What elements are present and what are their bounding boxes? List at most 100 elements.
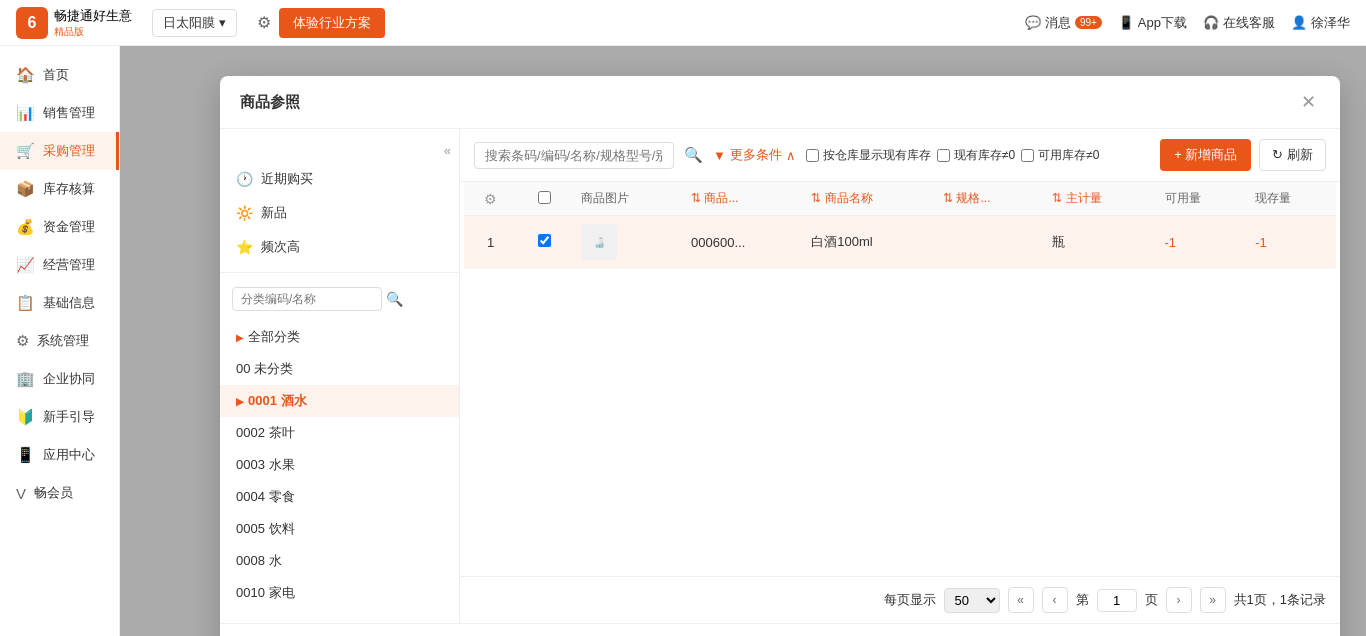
tree-item-0002[interactable]: 0002 茶叶: [220, 417, 459, 449]
filter-chevron-icon: ∧: [786, 148, 796, 163]
sidebar-item-basic[interactable]: 📋 基础信息: [0, 284, 119, 322]
row-unit: 瓶: [1042, 216, 1154, 269]
row-spec: [933, 216, 1042, 269]
home-icon: 🏠: [16, 66, 35, 84]
nav-new[interactable]: 🔆 新品: [220, 196, 459, 230]
tree-item-0004[interactable]: 0004 零食: [220, 481, 459, 513]
col-unit[interactable]: ⇅ 主计量: [1042, 182, 1154, 216]
collapse-btn[interactable]: «: [220, 139, 459, 162]
sidebar-item-finance[interactable]: 💰 资金管理: [0, 208, 119, 246]
settings-icon[interactable]: ⚙: [249, 8, 279, 38]
page-input[interactable]: [1097, 589, 1137, 612]
quick-nav: 🕐 近期购买 🔆 新品 ⭐ 频次高: [220, 162, 459, 264]
logo-icon: 6: [16, 7, 48, 39]
next-page-btn[interactable]: ›: [1166, 587, 1192, 613]
member-icon: V: [16, 485, 26, 502]
category-search-btn[interactable]: 🔍: [386, 291, 403, 307]
product-thumbnail: 🍶: [581, 224, 617, 260]
sidebar: 🏠 首页 📊 销售管理 🛒 采购管理 📦 库存核算 💰 资金管理 📈 经营管理 …: [0, 46, 120, 636]
category-search-input[interactable]: [232, 287, 382, 311]
chevron-left-icon: «: [444, 143, 451, 158]
sidebar-item-system[interactable]: ⚙ 系统管理: [0, 322, 119, 360]
prev-page-btn[interactable]: ‹: [1042, 587, 1068, 613]
tree-item-00[interactable]: 00 未分类: [220, 353, 459, 385]
modal-header: 商品参照 ✕: [220, 76, 1340, 129]
column-settings-icon[interactable]: ⚙: [484, 191, 497, 207]
finance-icon: 💰: [16, 218, 35, 236]
page-suffix: 页: [1145, 591, 1158, 609]
modal-left-panel: « 🕐 近期购买 🔆 新品 ⭐ 频次高: [220, 129, 460, 623]
category-tree: ▶ 全部分类 00 未分类 ▶ 0001 酒水 0002 茶叶: [220, 317, 459, 613]
tree-item-all[interactable]: ▶ 全部分类: [220, 321, 459, 353]
company-dropdown[interactable]: 日太阳膜 ▾: [152, 9, 237, 37]
experience-btn[interactable]: 体验行业方案: [279, 8, 385, 38]
col-spec[interactable]: ⇅ 规格...: [933, 182, 1042, 216]
checkbox-warehouse-input[interactable]: [806, 149, 819, 162]
mobile-icon: 📱: [1118, 15, 1134, 30]
sidebar-item-operations[interactable]: 📈 经营管理: [0, 246, 119, 284]
logo-text: 畅捷通好生意 精品版: [54, 7, 132, 39]
row-index: 1: [464, 216, 517, 269]
sidebar-item-apps[interactable]: 📱 应用中心: [0, 436, 119, 474]
row-code: 000600...: [681, 216, 801, 269]
more-filter-btn[interactable]: ▼ 更多条件 ∧: [713, 146, 796, 164]
row-checkbox[interactable]: [517, 216, 570, 269]
last-page-btn[interactable]: »: [1200, 587, 1226, 613]
tree-item-0003[interactable]: 0003 水果: [220, 449, 459, 481]
sidebar-item-member[interactable]: V 畅会员: [0, 474, 119, 512]
tree-item-0008[interactable]: 0008 水: [220, 545, 459, 577]
refresh-btn[interactable]: ↻ 刷新: [1259, 139, 1326, 171]
new-icon: 🔆: [236, 205, 253, 221]
sidebar-item-sales[interactable]: 📊 销售管理: [0, 94, 119, 132]
add-product-btn[interactable]: + 新增商品: [1160, 139, 1251, 171]
filter-icon: ▼: [713, 148, 726, 163]
operations-icon: 📈: [16, 256, 35, 274]
first-page-btn[interactable]: «: [1008, 587, 1034, 613]
modal-right-panel: 🔍 ▼ 更多条件 ∧ 按仓库显示现有库存: [460, 129, 1340, 623]
row-available: -1: [1155, 216, 1246, 269]
headset-icon: 🎧: [1203, 15, 1219, 30]
nav-frequent[interactable]: ⭐ 频次高: [220, 230, 459, 264]
checkbox-available-nonzero[interactable]: 可用库存≠0: [1021, 147, 1099, 164]
per-page-select[interactable]: 50 100 200: [944, 588, 1000, 613]
clock-icon: 🕐: [236, 171, 253, 187]
product-search-input[interactable]: [474, 142, 674, 169]
nav-recent[interactable]: 🕐 近期购买: [220, 162, 459, 196]
online-service-btn[interactable]: 🎧 在线客服: [1203, 14, 1275, 32]
modal-close-btn[interactable]: ✕: [1296, 90, 1320, 114]
col-name[interactable]: ⇅ 商品名称: [801, 182, 933, 216]
sidebar-item-home[interactable]: 🏠 首页: [0, 56, 119, 94]
sidebar-item-enterprise[interactable]: 🏢 企业协同: [0, 360, 119, 398]
row-stock: -1: [1245, 216, 1336, 269]
messages-btn[interactable]: 💬 消息 99+: [1025, 14, 1102, 32]
sidebar-item-inventory[interactable]: 📦 库存核算: [0, 170, 119, 208]
user-avatar[interactable]: 👤 徐泽华: [1291, 14, 1350, 32]
modal-title: 商品参照: [240, 93, 300, 112]
modal-footer: 显示停用 ? 🛒 连续选择的商品 0 ∧ 取消 确定: [220, 623, 1340, 636]
row-select-checkbox[interactable]: [538, 234, 551, 247]
modal-toolbar-actions: + 新增商品 ↻ 刷新: [1160, 139, 1326, 171]
checkbox-stock-nonzero[interactable]: 现有库存≠0: [937, 147, 1015, 164]
product-search-btn[interactable]: 🔍: [684, 146, 703, 164]
checkbox-stock-nonzero-input[interactable]: [937, 149, 950, 162]
star-icon: ⭐: [236, 239, 253, 255]
col-checkbox: [517, 182, 570, 216]
tree-item-0010[interactable]: 0010 家电: [220, 577, 459, 609]
sidebar-item-purchase[interactable]: 🛒 采购管理: [0, 132, 119, 170]
checkbox-available-nonzero-input[interactable]: [1021, 149, 1034, 162]
col-settings: ⚙: [464, 182, 517, 216]
enterprise-icon: 🏢: [16, 370, 35, 388]
tree-item-0001[interactable]: ▶ 0001 酒水: [220, 385, 459, 417]
col-code[interactable]: ⇅ 商品...: [681, 182, 801, 216]
avatar-icon: 👤: [1291, 15, 1307, 30]
table-row[interactable]: 1 🍶 000600... 白酒100ml 瓶 -1: [464, 216, 1336, 269]
product-reference-modal: 商品参照 ✕ « 🕐 近期购买 🔆: [220, 76, 1340, 636]
sidebar-item-guide[interactable]: 🔰 新手引导: [0, 398, 119, 436]
select-all-checkbox[interactable]: [538, 191, 551, 204]
message-icon: 💬: [1025, 15, 1041, 30]
sales-icon: 📊: [16, 104, 35, 122]
checkbox-warehouse[interactable]: 按仓库显示现有库存: [806, 147, 931, 164]
app-download-btn[interactable]: 📱 App下载: [1118, 14, 1187, 32]
per-page-label: 每页显示: [884, 591, 936, 609]
tree-item-0005[interactable]: 0005 饮料: [220, 513, 459, 545]
